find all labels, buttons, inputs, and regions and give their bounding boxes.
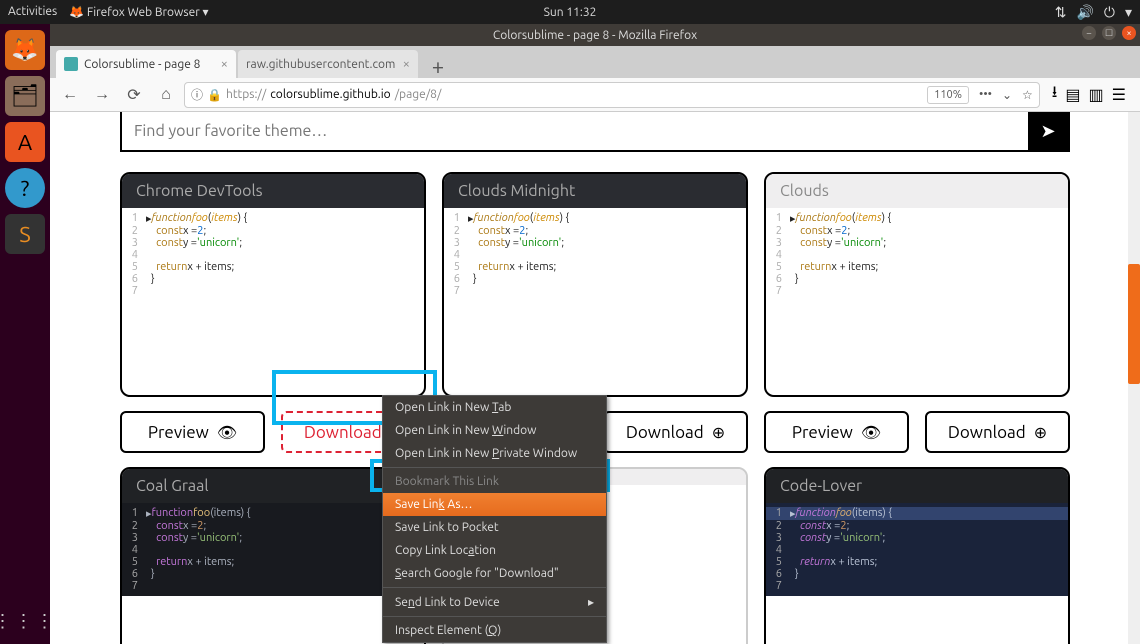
browser-tabstrip: Colorsublime - page 8 × raw.githubuserco… [50, 46, 1140, 78]
pocket-icon[interactable]: ⌄ [1002, 88, 1012, 102]
launcher-files[interactable]: 🗂 [5, 76, 45, 116]
window-maximize[interactable]: ☐ [1102, 26, 1116, 40]
preview-button[interactable]: Preview 👁 [120, 411, 265, 453]
tab-label: Colorsublime - page 8 [84, 58, 200, 71]
theme-search-bar: ➤ [120, 112, 1070, 152]
theme-title: Clouds [766, 174, 1068, 208]
launcher-help[interactable]: ? [5, 168, 45, 208]
url-bar[interactable]: ⓘ 🔒 https:// colorsublime.github.io/page/… [184, 82, 1040, 108]
reload-button[interactable]: ⟳ [120, 81, 148, 109]
ctx-save-pocket[interactable]: Save Link to Pocket [383, 516, 606, 539]
scrollbar[interactable] [1128, 112, 1140, 644]
theme-card: Code-Lover 1▸ function foo(items) { 2 co… [764, 467, 1070, 644]
window-title: Colorsublime - page 8 - Mozilla Firefox [493, 29, 697, 42]
ctx-open-new-tab[interactable]: Open Link in New Tab [383, 396, 606, 419]
bookmark-star-icon[interactable]: ☆ [1022, 88, 1033, 102]
launcher-software[interactable]: A [5, 122, 45, 162]
network-icon[interactable]: ⇅ [1055, 4, 1067, 21]
ctx-copy-link[interactable]: Copy Link Location [383, 539, 606, 562]
launcher-dock: 🦊 🗂 A ? S ⋮⋮⋮ [0, 24, 50, 644]
activities-button[interactable]: Activities [8, 5, 57, 19]
window-close[interactable]: × [1122, 26, 1136, 40]
url-scheme: https:// [226, 88, 266, 101]
download-icon: ⊕ [712, 423, 725, 442]
theme-card: Coal Graal 1▸ function foo(items) { 2 co… [120, 467, 426, 644]
app-menu[interactable]: 🦊 Firefox Web Browser ▾ [69, 5, 208, 19]
browser-toolbar: ← → ⟳ ⌂ ⓘ 🔒 https:// colorsublime.github.… [50, 78, 1140, 112]
window-minimize[interactable]: – [1082, 26, 1096, 40]
preview-button[interactable]: Preview 👁 [764, 411, 909, 453]
code-snippet: 1▸ function foo(items) { 2 const x = 2; … [122, 208, 424, 301]
theme-title: Coal Graal [122, 469, 424, 503]
search-go-button[interactable]: ➤ [1028, 112, 1068, 150]
back-button[interactable]: ← [56, 81, 84, 109]
info-icon[interactable]: ⓘ [191, 86, 203, 103]
ctx-send-to-device[interactable]: Send Link to Device▸ [383, 590, 606, 614]
new-tab-button[interactable]: + [426, 54, 450, 78]
eye-icon: 👁 [217, 423, 237, 442]
sidebar-icon[interactable]: ▤ [1065, 85, 1080, 104]
download-icon: ⊕ [1034, 423, 1047, 442]
tab-active[interactable]: Colorsublime - page 8 × [56, 50, 236, 78]
ctx-open-private[interactable]: Open Link in New Private Window [383, 442, 606, 465]
context-menu: Open Link in New Tab Open Link in New Wi… [382, 395, 607, 643]
volume-icon[interactable]: 🔊 [1076, 4, 1093, 21]
zoom-level[interactable]: 110% [927, 86, 969, 104]
tab-close-icon[interactable]: × [221, 57, 228, 71]
ctx-inspect-element[interactable]: Inspect Element (Q) [383, 619, 606, 642]
launcher-firefox[interactable]: 🦊 [5, 30, 45, 70]
url-path: /page/8/ [395, 88, 442, 101]
tab-inactive[interactable]: raw.githubusercontent.com × [238, 50, 418, 78]
tab-close-icon[interactable]: × [403, 57, 410, 71]
code-snippet: 1▸ function foo(items) { 2 const x = 2; … [766, 208, 1068, 301]
tab-label: raw.githubusercontent.com [246, 58, 395, 71]
clock[interactable]: Sun 11:32 [544, 6, 597, 19]
theme-card: Clouds 1▸ function foo(items) { 2 const … [764, 172, 1070, 397]
window-titlebar: Colorsublime - page 8 - Mozilla Firefox … [50, 24, 1140, 46]
ctx-search-google[interactable]: Search Google for "Download" [383, 562, 606, 585]
hamburger-menu-icon[interactable]: ☰ [1112, 85, 1126, 104]
ctx-bookmark-link[interactable]: Bookmark This Link [383, 470, 606, 493]
downloads-icon[interactable]: ⭳ [1052, 81, 1058, 108]
theme-card: Clouds Midnight 1▸ function foo(items) {… [442, 172, 748, 397]
eye-icon: 👁 [861, 423, 881, 442]
search-input[interactable] [122, 122, 1028, 140]
ctx-save-link-as[interactable]: Save Link As… [383, 493, 606, 516]
code-snippet: 1▸ function foo(items) { 2 const x = 2; … [444, 208, 746, 301]
gnome-topbar: Activities 🦊 Firefox Web Browser ▾ Sun 1… [0, 0, 1140, 24]
scrollbar-thumb[interactable] [1128, 264, 1140, 384]
theme-title: Chrome DevTools [122, 174, 424, 208]
theme-title: Clouds Midnight [444, 174, 746, 208]
forward-button[interactable]: → [88, 81, 116, 109]
favicon-icon [64, 57, 78, 71]
library-icon[interactable]: ▥ [1089, 85, 1104, 104]
download-button[interactable]: Download ⊕ [603, 411, 748, 453]
launcher-apps-grid[interactable]: ⋮⋮⋮ [0, 611, 57, 632]
url-host: colorsublime.github.io [270, 88, 390, 101]
download-button[interactable]: Download ⊕ [925, 411, 1070, 453]
page-actions-icon[interactable]: ••• [979, 88, 992, 101]
code-snippet: 1▸ function foo(items) { 2 const x = 2; … [122, 503, 424, 596]
dropdown-icon[interactable]: ▾ [1125, 4, 1132, 21]
home-button[interactable]: ⌂ [152, 81, 180, 109]
launcher-sublime[interactable]: S [5, 214, 45, 254]
ctx-open-new-window[interactable]: Open Link in New Window [383, 419, 606, 442]
theme-title: Code-Lover [766, 469, 1068, 503]
theme-card: Chrome DevTools 1▸ function foo(items) {… [120, 172, 426, 397]
code-snippet: 1▸ function foo(items) { 2 const x = 2; … [766, 503, 1068, 596]
power-icon[interactable]: ⏻ [1104, 4, 1115, 21]
lock-icon: 🔒 [207, 88, 222, 102]
